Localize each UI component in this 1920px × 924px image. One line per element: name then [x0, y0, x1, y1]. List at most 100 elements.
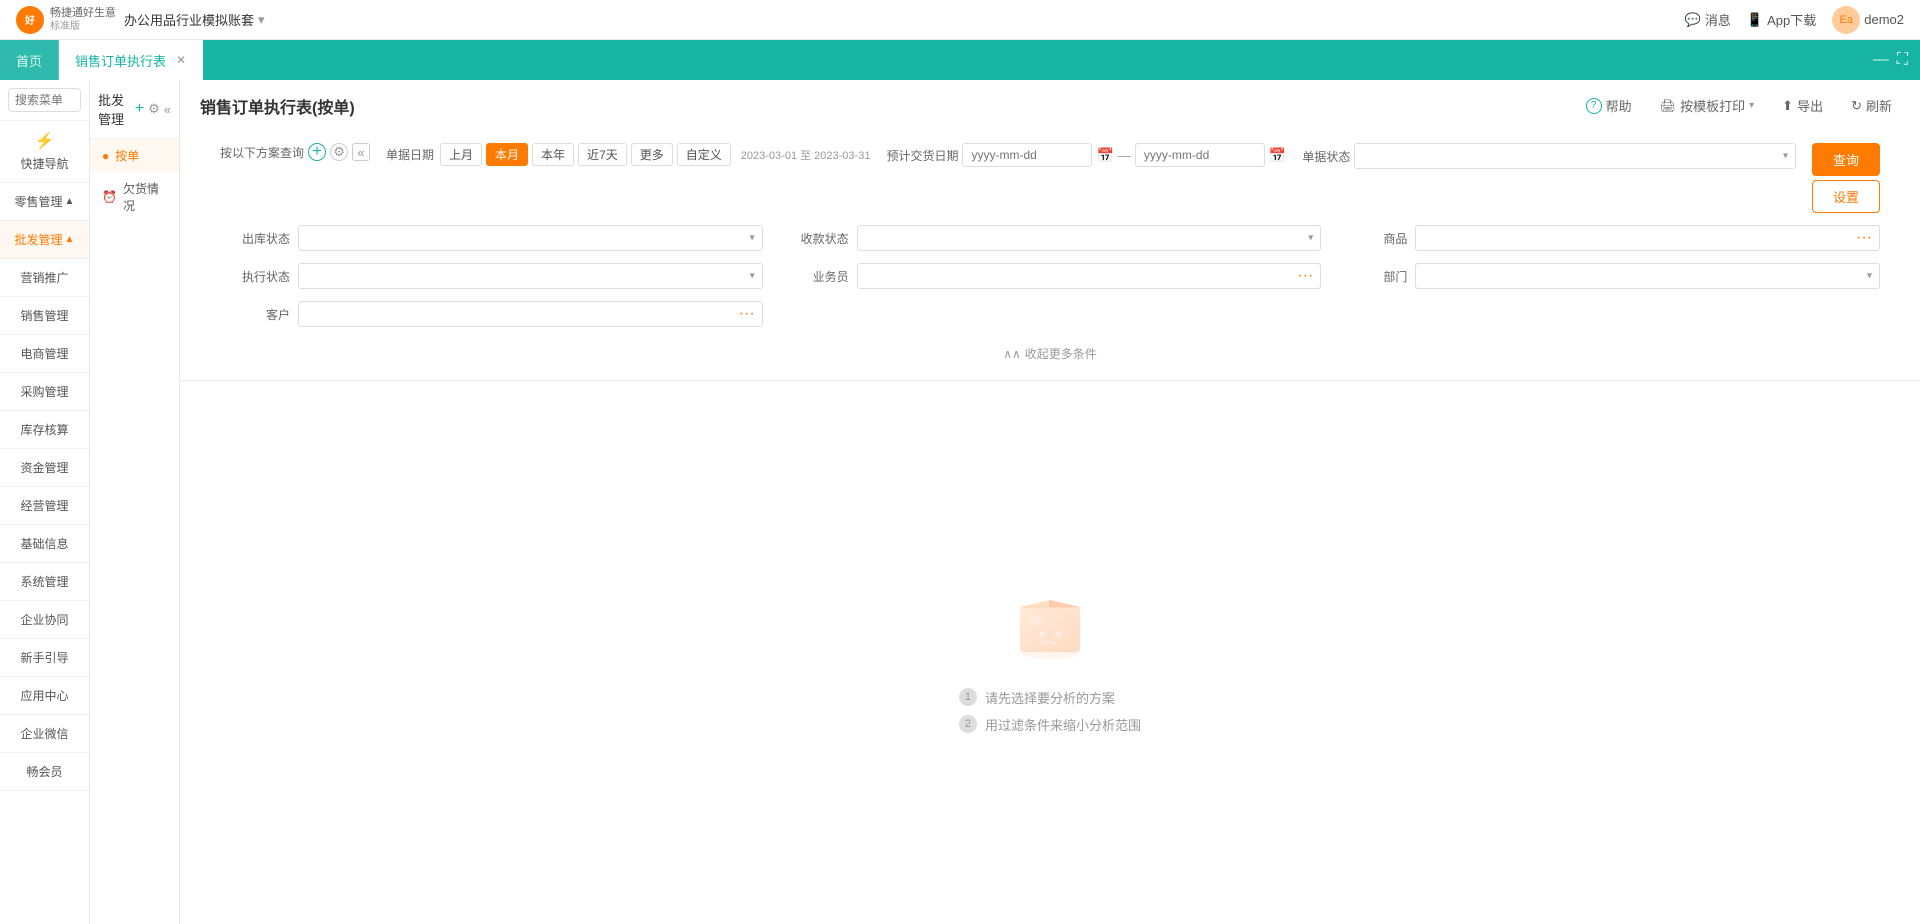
subsidebar-item-order[interactable]: ● 按单 — [90, 139, 179, 172]
app-download-btn[interactable]: 📱 App下载 — [1747, 10, 1816, 29]
sidebar-item-retail[interactable]: 零售管理 ▲ — [0, 183, 89, 221]
salesman-input[interactable] — [857, 263, 1322, 289]
sidebar-item-sales[interactable]: 销售管理 — [0, 297, 89, 335]
refresh-btn[interactable]: ↻ 刷新 — [1843, 92, 1900, 119]
subsidebar-collapse-btn[interactable]: « — [164, 102, 171, 117]
goods-input-wrapper: ··· — [1415, 225, 1880, 251]
sidebar-item-appstore[interactable]: 应用中心 — [0, 677, 89, 715]
out-status-select[interactable] — [298, 225, 763, 251]
customer-dots-btn[interactable]: ··· — [739, 305, 755, 323]
date-label: 单据日期 — [386, 146, 434, 163]
main-layout: ⚡ 快捷导航 零售管理 ▲ 批发管理 ▲ 营销推广 销售管理 电商管理 采购管理… — [0, 80, 1920, 924]
tip-num-1: 1 — [959, 688, 977, 706]
dept-input — [1415, 263, 1880, 289]
scheme-add-btn[interactable]: + — [308, 143, 326, 161]
goods-dots-btn[interactable]: ··· — [1856, 229, 1872, 247]
date-section: 单据日期 上月 本月 本年 近7天 更多 自定义 2023-03-01 至 20… — [386, 143, 870, 166]
sidebar-item-marketing[interactable]: 营销推广 — [0, 259, 89, 297]
tab-sales-exec[interactable]: 销售订单执行表 ✕ — [59, 40, 203, 80]
date-btn-more[interactable]: 更多 — [631, 143, 673, 166]
print-icon: 🖨 — [1660, 98, 1677, 114]
expected-date-end[interactable] — [1135, 143, 1265, 167]
sidebar-item-ecom[interactable]: 电商管理 — [0, 335, 89, 373]
nav-dropdown-icon[interactable]: ▾ — [258, 12, 265, 28]
sales-exec-tab-label: 销售订单执行表 — [75, 51, 166, 70]
status-section: 单据状态 ▾ — [1302, 143, 1796, 169]
expected-date-start[interactable] — [962, 143, 1092, 167]
subsidebar-settings-btn[interactable]: ⚙ — [148, 101, 160, 117]
sidebar-item-operation[interactable]: 经营管理 — [0, 487, 89, 525]
sidebar-item-newbie[interactable]: 新手引导 — [0, 639, 89, 677]
tab-maximize-btn[interactable]: ⛶ — [1897, 51, 1908, 69]
export-btn[interactable]: ⬆ 导出 — [1774, 92, 1831, 119]
wholesale-arrow-icon: ▲ — [65, 234, 75, 245]
page-header: 销售订单执行表(按单) ? 帮助 🖨 按模板打印 ▾ ⬆ 导出 — [180, 80, 1920, 381]
empty-tip-1: 1 请先选择要分析的方案 — [959, 688, 1141, 707]
exec-status-select[interactable] — [298, 263, 763, 289]
sidebar-item-member[interactable]: 畅会员 — [0, 753, 89, 791]
empty-area: 1 请先选择要分析的方案 2 用过滤条件来缩小分析范围 — [180, 381, 1920, 924]
exec-status-input — [298, 263, 763, 289]
sidebar-item-wechat[interactable]: 企业微信 — [0, 715, 89, 753]
sidebar-item-wholesale[interactable]: 批发管理 ▲ — [0, 221, 89, 259]
calendar-icon-end[interactable]: 📅 — [1269, 147, 1286, 164]
date-btn-last-month[interactable]: 上月 — [440, 143, 482, 166]
salesman-dots-btn[interactable]: ··· — [1297, 267, 1313, 285]
debt-icon: ⏰ — [102, 190, 117, 204]
recv-status-select[interactable] — [857, 225, 1322, 251]
sidebar-item-system[interactable]: 系统管理 — [0, 563, 89, 601]
calendar-icon-start[interactable]: 📅 — [1096, 147, 1113, 164]
dept-label: 部门 — [1337, 268, 1407, 285]
help-icon: ? — [1586, 98, 1602, 114]
sidebar-item-basicinfo[interactable]: 基础信息 — [0, 525, 89, 563]
collapse-bar[interactable]: ∧∧ 收起更多条件 — [220, 339, 1880, 368]
date-btn-last7[interactable]: 近7天 — [578, 143, 627, 166]
user-area[interactable]: Ea demo2 — [1832, 6, 1904, 34]
date-btn-this-year[interactable]: 本年 — [532, 143, 574, 166]
tab-home[interactable]: 首页 — [0, 40, 59, 80]
tip-text-2: 用过滤条件来缩小分析范围 — [985, 715, 1141, 734]
help-btn[interactable]: ? 帮助 — [1578, 92, 1640, 119]
export-icon: ⬆ — [1782, 98, 1793, 114]
sidebar-item-search[interactable] — [0, 80, 89, 121]
collapse-label: 收起更多条件 — [1025, 345, 1097, 362]
message-icon: 💬 — [1685, 12, 1701, 28]
top-bar-right: 💬 消息 📱 App下载 Ea demo2 — [1685, 6, 1904, 34]
scheme-collapse-btn[interactable]: « — [352, 143, 370, 161]
subsidebar-add-btn[interactable]: + — [135, 100, 144, 118]
tab-bar-actions: — ⛶ — [1861, 40, 1920, 80]
filter-salesman: 业务员 ··· — [779, 263, 1322, 289]
goods-label: 商品 — [1337, 230, 1407, 247]
filter-row-1: 按以下方案查询 + ⚙ « 单据日期 上月 本月 本年 近7天 更多 — [220, 143, 1880, 213]
sidebar-item-purchase[interactable]: 采购管理 — [0, 373, 89, 411]
scheme-settings-btn[interactable]: ⚙ — [330, 143, 348, 161]
expected-date-label: 预计交货日期 — [886, 147, 958, 164]
date-btn-custom[interactable]: 自定义 — [677, 143, 731, 166]
status-select[interactable] — [1354, 143, 1796, 169]
sidebar-item-inventory[interactable]: 库存核算 — [0, 411, 89, 449]
print-dropdown-icon: ▾ — [1749, 100, 1754, 111]
recv-status-label: 收款状态 — [779, 230, 849, 247]
quicknav-icon: ⚡ — [35, 131, 55, 151]
goods-input[interactable] — [1415, 225, 1880, 251]
collapse-up-icon: ∧∧ — [1003, 347, 1021, 361]
date-quick-btns: 上月 本月 本年 近7天 更多 自定义 — [440, 143, 731, 166]
home-tab-label: 首页 — [16, 51, 42, 70]
search-input[interactable] — [8, 88, 81, 112]
tab-minimize-btn[interactable]: — — [1873, 51, 1889, 69]
subsidebar-item-debt[interactable]: ⏰ 欠货情况 — [90, 172, 179, 222]
sidebar-item-finance[interactable]: 资金管理 — [0, 449, 89, 487]
customer-input[interactable] — [298, 301, 763, 327]
query-btn[interactable]: 查询 — [1812, 143, 1880, 176]
sidebar-item-quicknav[interactable]: ⚡ 快捷导航 — [0, 121, 89, 183]
dept-select[interactable] — [1415, 263, 1880, 289]
refresh-icon: ↻ — [1851, 98, 1862, 114]
message-btn[interactable]: 💬 消息 — [1685, 10, 1731, 29]
date-btn-this-month[interactable]: 本月 — [486, 143, 528, 166]
empty-illustration — [1000, 572, 1100, 672]
tab-close-icon[interactable]: ✕ — [176, 53, 186, 67]
print-btn[interactable]: 🖨 按模板打印 ▾ — [1652, 92, 1763, 119]
sidebar-item-collab[interactable]: 企业协同 — [0, 601, 89, 639]
settings-btn[interactable]: 设置 — [1812, 180, 1880, 213]
avatar: Ea — [1832, 6, 1860, 34]
